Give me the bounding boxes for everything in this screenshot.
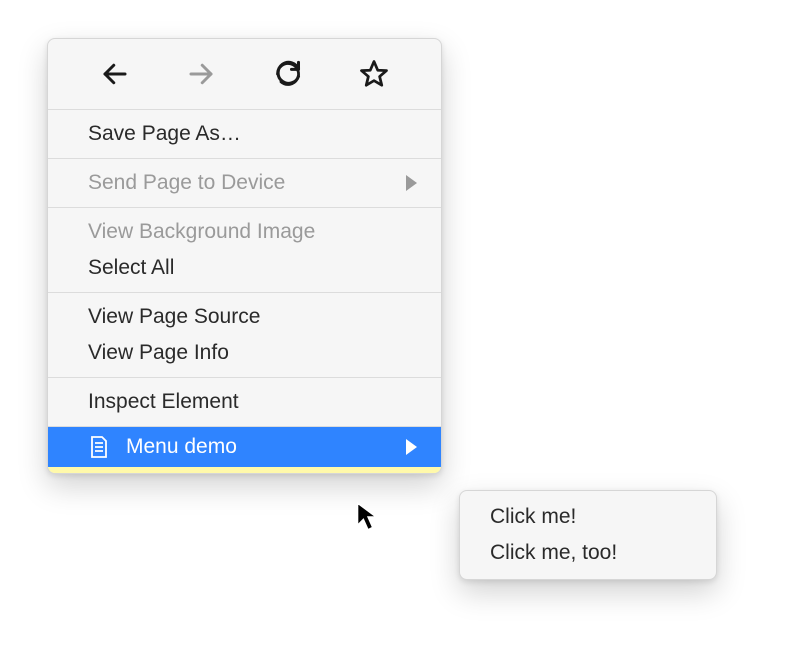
bookmark-button[interactable] <box>357 57 391 91</box>
menu-item-label: Inspect Element <box>88 390 239 414</box>
submenu: Click me! Click me, too! <box>459 490 717 580</box>
menu-item-view-bg-image: View Background Image <box>48 214 441 250</box>
menu-item-label: Send Page to Device <box>88 171 285 195</box>
forward-arrow-icon <box>186 59 216 89</box>
reload-icon <box>274 60 302 88</box>
menu-item-send-to-device: Send Page to Device <box>48 165 441 201</box>
menu-item-label: Click me, too! <box>490 541 617 565</box>
document-icon <box>90 436 108 458</box>
reload-button[interactable] <box>271 57 305 91</box>
menu-item-menu-demo[interactable]: Menu demo <box>48 427 441 467</box>
bottom-strip <box>48 467 441 473</box>
menu-item-view-info[interactable]: View Page Info <box>48 335 441 371</box>
section-inspect: Inspect Element <box>48 378 441 426</box>
forward-button[interactable] <box>184 57 218 91</box>
menu-item-view-source[interactable]: View Page Source <box>48 299 441 335</box>
section-extension: Menu demo <box>48 427 441 467</box>
section-view-select: View Background Image Select All <box>48 208 441 292</box>
menu-item-label: Save Page As… <box>88 122 241 146</box>
menu-item-save-page-as[interactable]: Save Page As… <box>48 116 441 152</box>
menu-item-label: Click me! <box>490 505 576 529</box>
star-icon <box>359 59 389 89</box>
menu-item-label: Select All <box>88 256 174 280</box>
menu-item-label: View Page Info <box>88 341 229 365</box>
submenu-item-click-me-too[interactable]: Click me, too! <box>460 535 716 571</box>
section-save: Save Page As… <box>48 110 441 158</box>
nav-icon-row <box>48 39 441 109</box>
back-button[interactable] <box>98 57 132 91</box>
context-menu: Save Page As… Send Page to Device View B… <box>47 38 442 474</box>
menu-item-select-all[interactable]: Select All <box>48 250 441 286</box>
submenu-item-click-me[interactable]: Click me! <box>460 499 716 535</box>
menu-item-inspect-element[interactable]: Inspect Element <box>48 384 441 420</box>
back-arrow-icon <box>100 59 130 89</box>
menu-item-label: View Page Source <box>88 305 260 329</box>
mouse-cursor-icon <box>356 502 380 532</box>
section-send: Send Page to Device <box>48 159 441 207</box>
menu-item-label: View Background Image <box>88 220 315 244</box>
section-source-info: View Page Source View Page Info <box>48 293 441 377</box>
menu-item-label: Menu demo <box>126 435 237 459</box>
